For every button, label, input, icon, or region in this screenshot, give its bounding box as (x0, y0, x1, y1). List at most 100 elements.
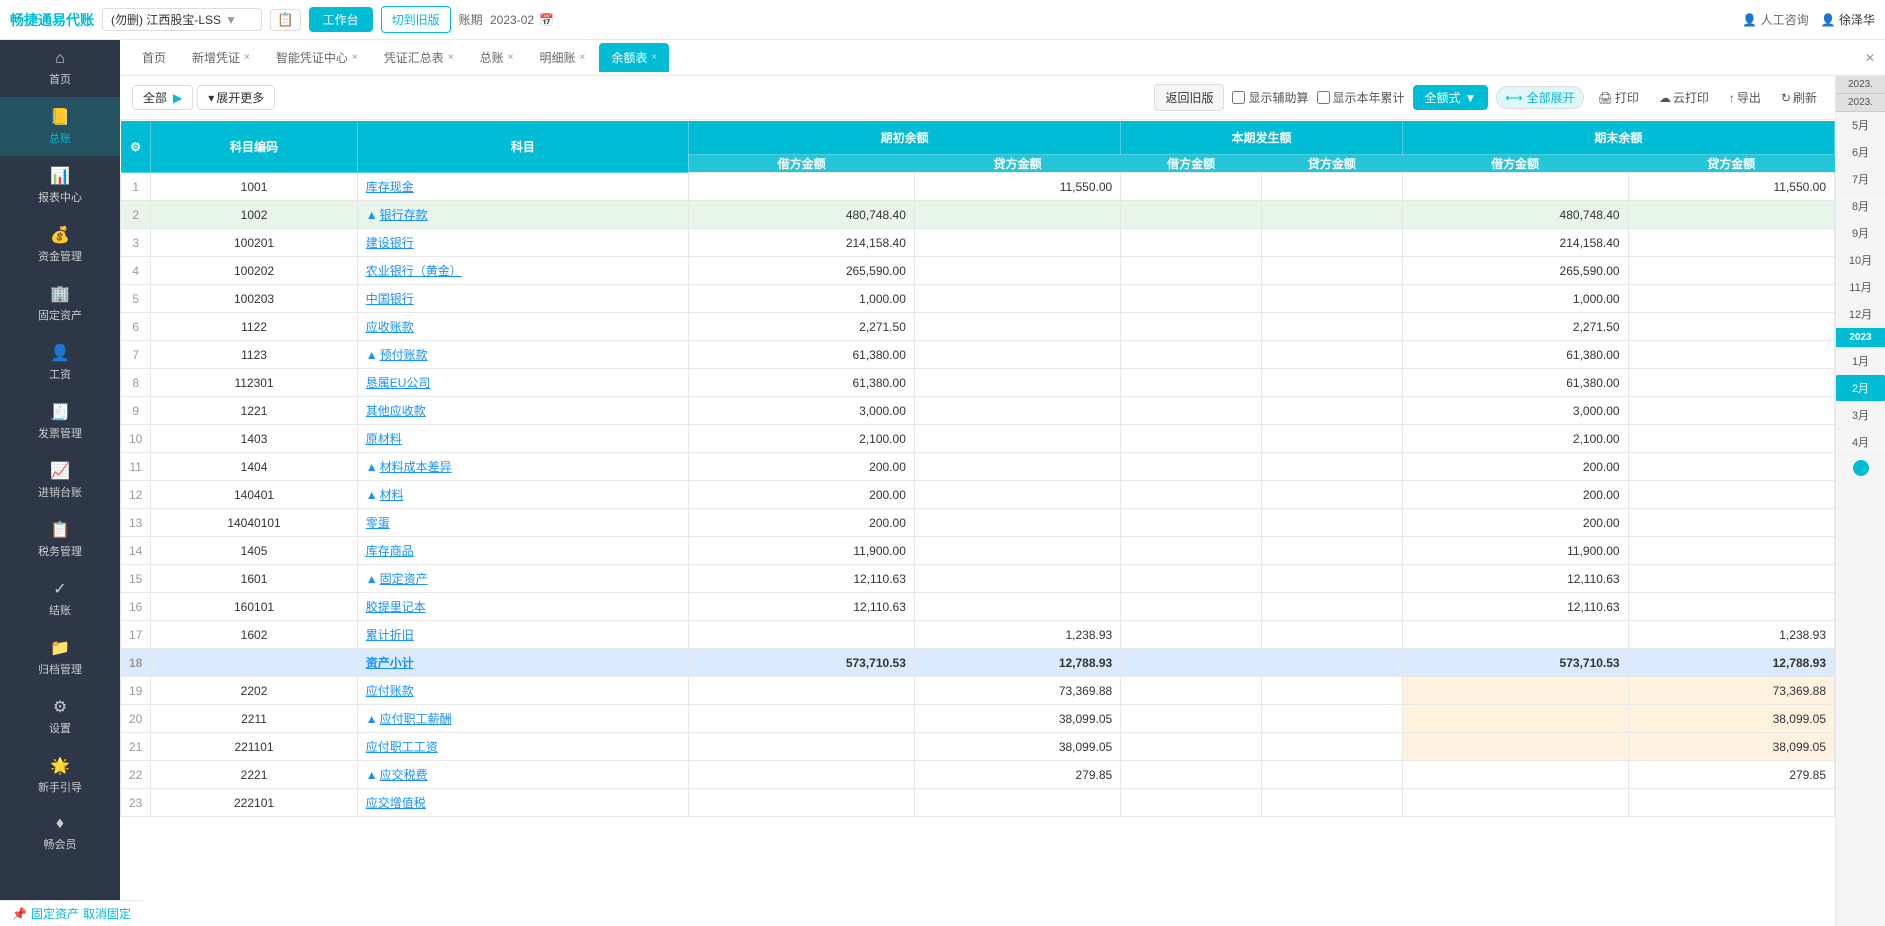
period-month-9[interactable]: 9月 (1836, 220, 1885, 247)
cloud-print-button[interactable]: ☁ 云打印 (1653, 87, 1715, 108)
row-num: 23 (121, 789, 151, 817)
period-month-3[interactable]: 3月 (1836, 402, 1885, 429)
row-name: ▲应交税费 (357, 761, 688, 789)
name-link[interactable]: 银行存款 (380, 208, 428, 222)
company-selector[interactable]: (勿删) 江西股宝-LSS ▼ (102, 8, 262, 31)
name-link[interactable]: 应交增值税 (366, 796, 426, 810)
period-month-5[interactable]: 5月 (1836, 112, 1885, 139)
tab-close-smart-center[interactable]: × (352, 52, 358, 63)
name-link[interactable]: 材料 (380, 488, 404, 502)
user-name[interactable]: 👤 徐泽华 (1821, 11, 1875, 28)
name-link[interactable]: 恳属EU公司 (366, 376, 431, 390)
show-year-checkbox[interactable]: 显示本年累计 (1317, 89, 1405, 106)
close-all-tabs[interactable]: ✕ (1865, 51, 1875, 65)
sidebar-item-capital[interactable]: 💰资金管理 (0, 215, 120, 274)
name-link[interactable]: 固定资产 (380, 572, 428, 586)
name-link[interactable]: 应付账款 (366, 684, 414, 698)
sidebar-item-home[interactable]: ⌂首页 (0, 40, 120, 97)
name-link[interactable]: 零蛋 (366, 516, 390, 530)
sidebar-item-invoice[interactable]: 🧾发票管理 (0, 392, 120, 451)
name-link[interactable]: 应付职工工资 (366, 740, 438, 754)
settings-col-header[interactable]: ⚙ (121, 121, 151, 173)
sidebar-item-salary[interactable]: 👤工资 (0, 333, 120, 392)
name-link[interactable]: 中国银行 (366, 292, 414, 306)
expand-icon[interactable]: ▲ (366, 460, 378, 474)
expand-icon[interactable]: ▲ (366, 348, 378, 362)
refresh-button[interactable]: ↻ 刷新 (1775, 87, 1823, 108)
all-filter-button[interactable]: 全部 ▶ (132, 85, 193, 110)
sidebar-item-tax[interactable]: 📋税务管理 (0, 510, 120, 569)
period-month-7[interactable]: 7月 (1836, 166, 1885, 193)
row-name: ▲应付职工薪酬 (357, 705, 688, 733)
name-link[interactable]: 库存现金 (366, 180, 414, 194)
show-aux-checkbox[interactable]: 显示辅助算 (1232, 89, 1308, 106)
copy-button[interactable]: 📋 (270, 9, 301, 31)
name-link[interactable]: 应付职工薪酬 (380, 712, 452, 726)
tab-label-smart-center: 智能凭证中心 (276, 49, 348, 66)
name-link[interactable]: 原材料 (366, 432, 402, 446)
sidebar-item-archive[interactable]: 📁归档管理 (0, 628, 120, 687)
export-button[interactable]: ↑ 导出 (1723, 87, 1767, 108)
expand-icon[interactable]: ▲ (366, 572, 378, 586)
period-nav-icon[interactable] (1853, 460, 1869, 476)
period-month-6[interactable]: 6月 (1836, 139, 1885, 166)
sidebar: ⌂首页📒总账📊报表中心💰资金管理🏢固定资产👤工资🧾发票管理📈进销台账📋税务管理✓… (0, 40, 120, 926)
sidebar-item-ledger[interactable]: 📒总账 (0, 97, 120, 156)
period-month-8[interactable]: 8月 (1836, 193, 1885, 220)
period-month-4[interactable]: 4月 (1836, 429, 1885, 456)
row-name: 应交增值税 (357, 789, 688, 817)
tab-voucher-summary[interactable]: 凭证汇总表× (372, 43, 466, 72)
sidebar-item-member[interactable]: ♦畅会员 (0, 805, 120, 862)
tab-close-voucher-summary[interactable]: × (448, 52, 454, 63)
expand-more-button[interactable]: ▾ 展开更多 (197, 85, 275, 110)
switch-version-button[interactable]: 切到旧版 (381, 6, 451, 33)
tab-detail[interactable]: 明细账× (527, 43, 597, 72)
expand-icon[interactable]: ▲ (366, 208, 378, 222)
tab-home[interactable]: 首页 (130, 43, 178, 72)
sidebar-icon-home: ⌂ (55, 50, 65, 68)
sidebar-item-sales[interactable]: 📈进销台账 (0, 451, 120, 510)
expand-icon[interactable]: ▲ (366, 712, 378, 726)
name-link[interactable]: 其他应收款 (366, 404, 426, 418)
name-link[interactable]: 应交税费 (380, 768, 428, 782)
period-month-1[interactable]: 1月 (1836, 348, 1885, 375)
period-month-2[interactable]: 2月 (1836, 375, 1885, 402)
pb-debit (688, 677, 914, 705)
name-link[interactable]: 建设银行 (366, 236, 414, 250)
workbench-button[interactable]: 工作台 (309, 7, 373, 32)
tab-close-balance[interactable]: × (651, 52, 657, 63)
sidebar-item-guide[interactable]: 🌟新手引导 (0, 746, 120, 805)
period-month-11[interactable]: 11月 (1836, 274, 1885, 301)
tab-close-detail[interactable]: × (579, 52, 585, 63)
sidebar-item-reports[interactable]: 📊报表中心 (0, 156, 120, 215)
name-link[interactable]: 农业银行（黄金） (366, 264, 462, 278)
name-link[interactable]: 预付账款 (380, 348, 428, 362)
return-old-version-button[interactable]: 返回旧版 (1154, 84, 1224, 111)
name-link[interactable]: 资产小计 (366, 656, 414, 670)
name-link[interactable]: 材料成本差异 (380, 460, 452, 474)
tab-ledger[interactable]: 总账× (468, 43, 526, 72)
expand-icon[interactable]: ▲ (366, 768, 378, 782)
print-button[interactable]: 🖨 打印 (1592, 87, 1645, 108)
name-link[interactable]: 应收账款 (366, 320, 414, 334)
period-month-12[interactable]: 12月 (1836, 301, 1885, 328)
expand-icon[interactable]: ▲ (366, 488, 378, 502)
tab-close-ledger[interactable]: × (508, 52, 514, 63)
sidebar-item-settlement[interactable]: ✓结账 (0, 569, 120, 628)
period-month-10[interactable]: 10月 (1836, 247, 1885, 274)
tab-new-voucher[interactable]: 新增凭证× (180, 43, 262, 72)
expand-all-toggle[interactable]: ⟷ 全部展开 (1496, 86, 1583, 109)
sidebar-item-settings[interactable]: ⚙设置 (0, 687, 120, 746)
tab-balance[interactable]: 余额表× (599, 43, 669, 72)
name-link[interactable]: 胶提里记本 (366, 600, 426, 614)
table-row: 5100203中国银行1,000.001,000.00 (121, 285, 1835, 313)
company-dropdown-icon: ▼ (225, 13, 237, 27)
user-service[interactable]: 👤 人工咨询 (1742, 11, 1808, 28)
sidebar-item-assets[interactable]: 🏢固定资产 (0, 274, 120, 333)
name-link[interactable]: 累计折旧 (366, 628, 414, 642)
full-mode-button[interactable]: 全额式 ▼ (1413, 85, 1489, 110)
tab-smart-center[interactable]: 智能凭证中心 × (264, 43, 370, 72)
name-link[interactable]: 库存商品 (366, 544, 414, 558)
tab-close-new-voucher[interactable]: × (244, 52, 250, 63)
pin-assets-bar[interactable]: 📌 固定资产取消固定 (0, 900, 143, 926)
